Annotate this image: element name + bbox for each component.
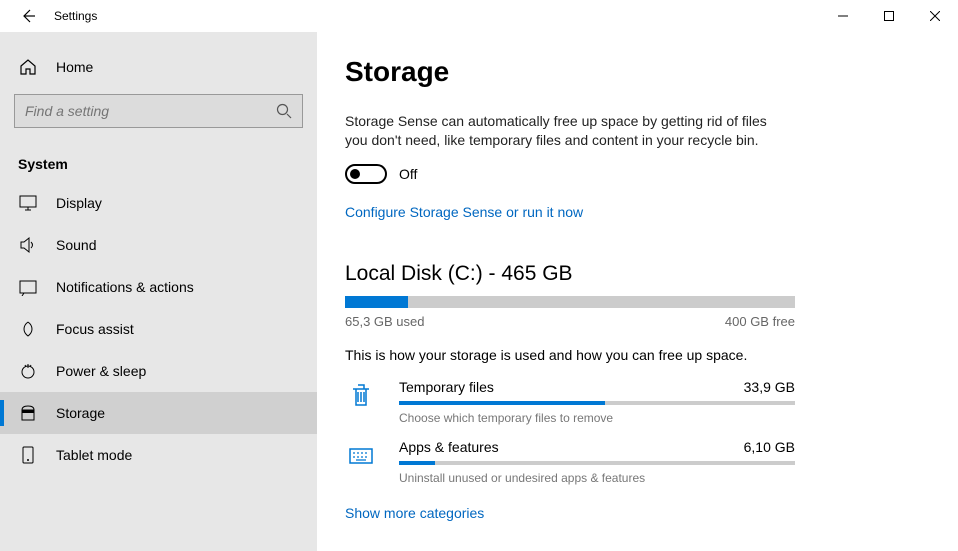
sidebar-item-notifications-actions[interactable]: Notifications & actions — [0, 266, 317, 308]
category-temporary-files[interactable]: Temporary files 33,9 GB Choose which tempo… — [345, 379, 795, 425]
search-icon — [276, 103, 292, 119]
window-title: Settings — [54, 9, 97, 23]
titlebar: Settings — [0, 0, 958, 32]
sidebar-item-label: Power & sleep — [56, 363, 146, 379]
storage-sense-toggle[interactable] — [345, 164, 387, 184]
sidebar: Home System Display Sound Notifications & … — [0, 32, 317, 551]
category-name: Temporary files — [399, 379, 494, 395]
sidebar-home-label: Home — [56, 59, 93, 75]
nav-icon — [18, 320, 38, 338]
show-more-categories-link[interactable]: Show more categories — [345, 505, 484, 521]
sidebar-item-label: Sound — [56, 237, 96, 253]
sidebar-home[interactable]: Home — [0, 48, 317, 86]
sidebar-item-label: Notifications & actions — [56, 279, 194, 295]
sidebar-item-label: Storage — [56, 405, 105, 421]
category-size: 33,9 GB — [744, 379, 795, 395]
nav-icon — [18, 236, 38, 254]
close-button[interactable] — [912, 0, 958, 32]
nav-icon — [18, 446, 38, 464]
category-subtitle: Choose which temporary files to remove — [399, 411, 795, 425]
nav-icon — [18, 194, 38, 212]
home-icon — [18, 58, 38, 76]
category-bar — [399, 401, 795, 405]
category-name: Apps & features — [399, 439, 499, 455]
sidebar-item-label: Focus assist — [56, 321, 134, 337]
back-button[interactable] — [20, 8, 36, 24]
maximize-button[interactable] — [866, 0, 912, 32]
content: Storage Storage Sense can automatically … — [317, 32, 958, 551]
nav-icon — [18, 404, 38, 422]
nav-icon — [18, 362, 38, 380]
storage-sense-toggle-row: Off — [345, 164, 926, 184]
category-subtitle: Uninstall unused or undesired apps & fea… — [399, 471, 795, 485]
keyboard-icon — [345, 439, 377, 471]
category-bar — [399, 461, 795, 465]
disk-usage-bar — [345, 296, 795, 308]
minimize-button[interactable] — [820, 0, 866, 32]
sidebar-item-tablet-mode[interactable]: Tablet mode — [0, 434, 317, 476]
search-box[interactable] — [14, 94, 303, 128]
sidebar-item-sound[interactable]: Sound — [0, 224, 317, 266]
page-title: Storage — [345, 56, 926, 88]
disk-free-label: 400 GB free — [725, 314, 795, 329]
disk-usage-stats: 65,3 GB used 400 GB free — [345, 314, 795, 329]
sidebar-item-focus-assist[interactable]: Focus assist — [0, 308, 317, 350]
category-size: 6,10 GB — [744, 439, 795, 455]
disk-title: Local Disk (C:) - 465 GB — [345, 262, 926, 286]
usage-description: This is how your storage is used and how… — [345, 347, 926, 363]
configure-storage-sense-link[interactable]: Configure Storage Sense or run it now — [345, 204, 926, 220]
nav-icon — [18, 278, 38, 296]
sidebar-item-label: Tablet mode — [56, 447, 132, 463]
disk-used-label: 65,3 GB used — [345, 314, 425, 329]
sidebar-item-storage[interactable]: Storage — [0, 392, 317, 434]
sidebar-section-system: System — [0, 146, 317, 182]
storage-sense-toggle-label: Off — [399, 166, 417, 182]
category-apps-features[interactable]: Apps & features 6,10 GB Uninstall unused o… — [345, 439, 795, 485]
storage-sense-description: Storage Sense can automatically free up … — [345, 112, 775, 150]
sidebar-item-display[interactable]: Display — [0, 182, 317, 224]
sidebar-item-power-sleep[interactable]: Power & sleep — [0, 350, 317, 392]
search-input[interactable] — [25, 103, 276, 119]
sidebar-item-label: Display — [56, 195, 102, 211]
trash-icon — [345, 379, 377, 411]
